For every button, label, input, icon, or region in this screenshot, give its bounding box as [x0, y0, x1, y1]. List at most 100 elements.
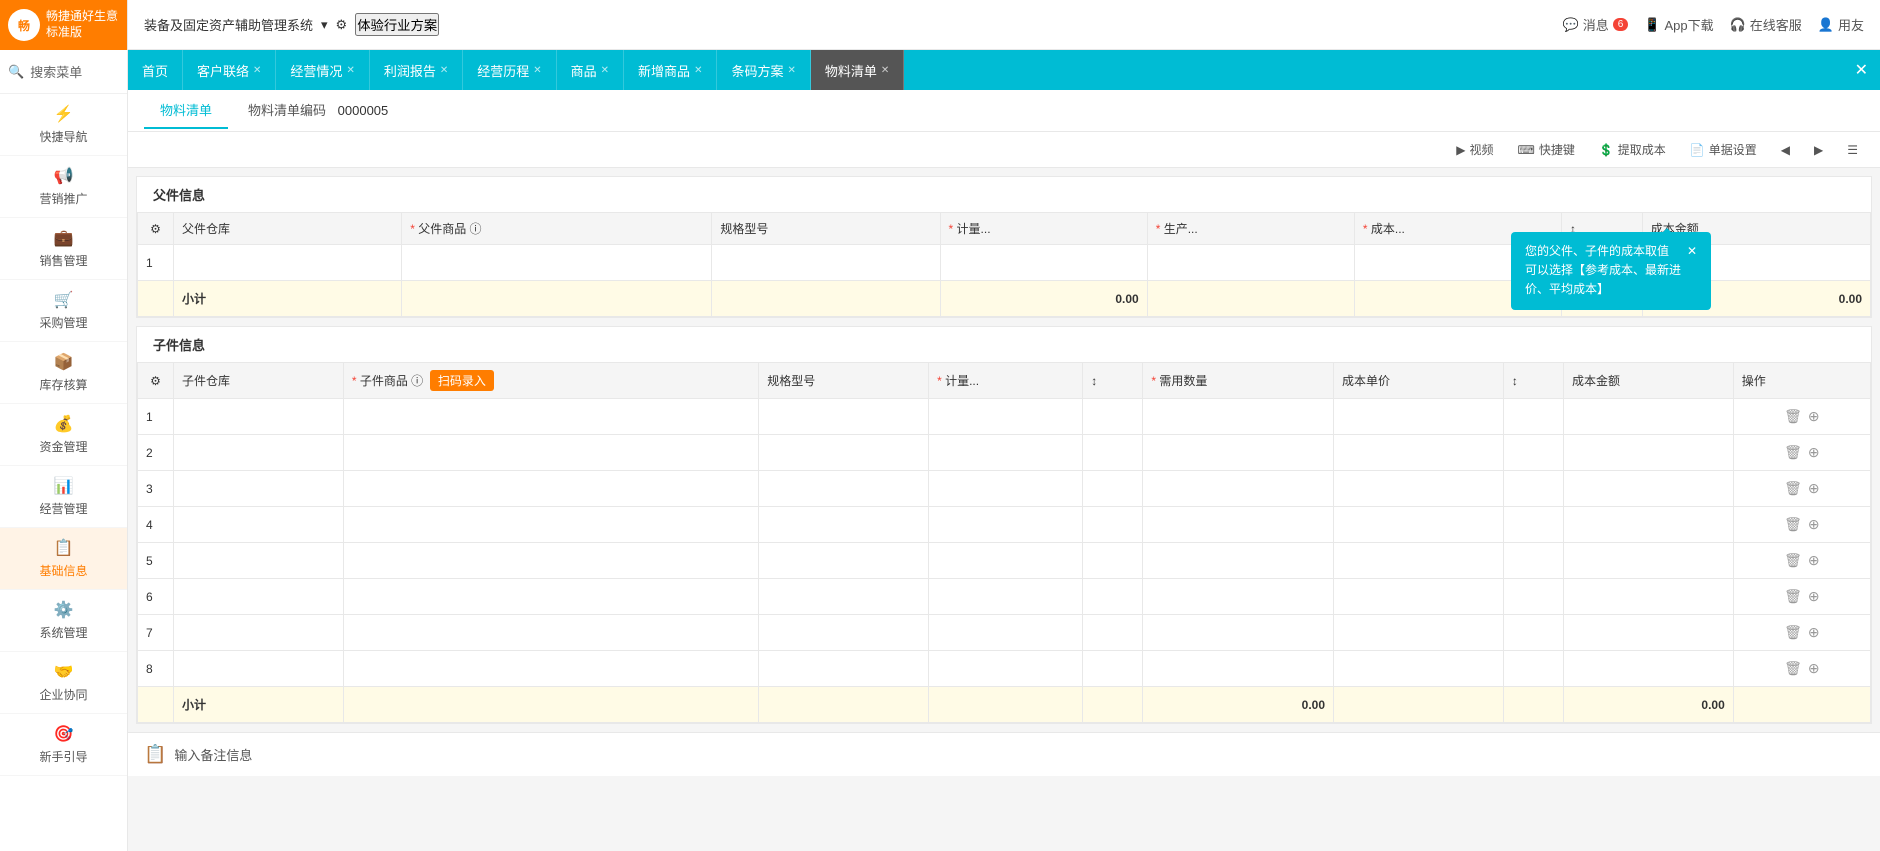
- nav-tab-bom[interactable]: 物料清单 ✕: [811, 50, 904, 90]
- app-download-button[interactable]: 📱 App下载: [1644, 15, 1713, 34]
- child-row-5-unit[interactable]: [929, 543, 1083, 579]
- child-row-8-unit-cost[interactable]: [1334, 651, 1504, 687]
- message-button[interactable]: 💬 消息 6: [1563, 15, 1629, 34]
- nav-close-all[interactable]: ✕: [1843, 60, 1880, 80]
- delete-row-5-button[interactable]: 🗑: [1784, 552, 1802, 569]
- child-row-6-unit[interactable]: [929, 579, 1083, 615]
- delete-row-1-button[interactable]: 🗑: [1784, 408, 1802, 425]
- child-row-3-warehouse[interactable]: [174, 471, 344, 507]
- parent-col-settings[interactable]: ⚙: [138, 213, 174, 245]
- close-tab-goods[interactable]: ✕: [601, 65, 609, 76]
- nav-tab-barcode[interactable]: 条码方案 ✕: [717, 50, 810, 90]
- copy-row-5-button[interactable]: ⊕: [1808, 552, 1820, 569]
- child-row-5-goods[interactable]: [343, 543, 758, 579]
- sidebar-item-inventory[interactable]: 📦 库存核算: [0, 342, 127, 404]
- copy-row-3-button[interactable]: ⊕: [1808, 480, 1820, 497]
- settings-icon[interactable]: ⚙: [336, 17, 348, 33]
- child-row-7-qty[interactable]: [1143, 615, 1334, 651]
- child-row-7-spec[interactable]: [759, 615, 929, 651]
- child-row-4-warehouse[interactable]: [174, 507, 344, 543]
- delete-row-4-button[interactable]: 🗑: [1784, 516, 1802, 533]
- child-row-4-spec[interactable]: [759, 507, 929, 543]
- child-row-1-qty[interactable]: [1143, 399, 1334, 435]
- parent-row-1-goods[interactable]: [402, 245, 712, 281]
- close-tab-customer[interactable]: ✕: [253, 65, 261, 76]
- delete-row-7-button[interactable]: 🗑: [1784, 624, 1802, 641]
- child-row-6-warehouse[interactable]: [174, 579, 344, 615]
- child-row-1-warehouse[interactable]: [174, 399, 344, 435]
- delete-row-6-button[interactable]: 🗑: [1784, 588, 1802, 605]
- trial-button[interactable]: 体验行业方案: [355, 13, 439, 36]
- shortcut-button[interactable]: ⌨ 快捷键: [1511, 138, 1580, 161]
- child-row-1-spec[interactable]: [759, 399, 929, 435]
- video-button[interactable]: ▶ 视频: [1450, 138, 1499, 161]
- close-tab-new-goods[interactable]: ✕: [694, 65, 702, 76]
- child-row-7-unit[interactable]: [929, 615, 1083, 651]
- parent-row-1-produce[interactable]: [1147, 245, 1354, 281]
- child-row-2-unit[interactable]: [929, 435, 1083, 471]
- child-row-6-spec[interactable]: [759, 579, 929, 615]
- user-menu[interactable]: 👤 用友: [1818, 15, 1864, 34]
- parent-row-1-unit[interactable]: [940, 245, 1147, 281]
- child-row-3-goods[interactable]: [343, 471, 758, 507]
- delete-row-3-button[interactable]: 🗑: [1784, 480, 1802, 497]
- sub-tab-bom-code[interactable]: 物料清单编码 0000005: [232, 92, 404, 129]
- child-row-8-warehouse[interactable]: [174, 651, 344, 687]
- child-row-3-qty[interactable]: [1143, 471, 1334, 507]
- child-row-2-warehouse[interactable]: [174, 435, 344, 471]
- child-row-6-qty[interactable]: [1143, 579, 1334, 615]
- sidebar-item-operations[interactable]: 📊 经营管理: [0, 466, 127, 528]
- sidebar-item-system[interactable]: ⚙️ 系统管理: [0, 590, 127, 652]
- close-tab-bom[interactable]: ✕: [881, 65, 889, 76]
- nav-tab-operations[interactable]: 经营情况 ✕: [276, 50, 369, 90]
- copy-row-4-button[interactable]: ⊕: [1808, 516, 1820, 533]
- parent-row-1-spec[interactable]: [712, 245, 940, 281]
- child-row-2-unit-cost[interactable]: [1334, 435, 1504, 471]
- child-row-3-unit[interactable]: [929, 471, 1083, 507]
- child-row-5-warehouse[interactable]: [174, 543, 344, 579]
- child-row-4-unit[interactable]: [929, 507, 1083, 543]
- child-row-7-goods[interactable]: [343, 615, 758, 651]
- nav-prev-button[interactable]: ◀: [1775, 140, 1796, 160]
- online-service-button[interactable]: 🎧 在线客服: [1730, 15, 1802, 34]
- child-row-2-spec[interactable]: [759, 435, 929, 471]
- sidebar-item-guide[interactable]: 🎯 新手引导: [0, 714, 127, 776]
- sidebar-item-purchase[interactable]: 🛒 采购管理: [0, 280, 127, 342]
- sidebar-item-marketing[interactable]: 📢 营销推广: [0, 156, 127, 218]
- close-tab-history[interactable]: ✕: [533, 65, 541, 76]
- child-row-1-unit-cost[interactable]: [1334, 399, 1504, 435]
- sidebar-item-enterprise[interactable]: 🤝 企业协同: [0, 652, 127, 714]
- nav-tab-customer[interactable]: 客户联络 ✕: [183, 50, 276, 90]
- child-row-8-goods[interactable]: [343, 651, 758, 687]
- child-row-4-qty[interactable]: [1143, 507, 1334, 543]
- scan-button[interactable]: 扫码录入: [430, 370, 494, 391]
- nav-tab-history[interactable]: 经营历程 ✕: [463, 50, 556, 90]
- child-row-6-goods[interactable]: [343, 579, 758, 615]
- child-row-8-spec[interactable]: [759, 651, 929, 687]
- child-row-1-goods[interactable]: [343, 399, 758, 435]
- tooltip-close-button[interactable]: ✕: [1687, 242, 1697, 261]
- dropdown-icon[interactable]: ▾: [321, 17, 328, 33]
- parent-row-1-warehouse[interactable]: [174, 245, 402, 281]
- sub-tab-bom-list[interactable]: 物料清单: [144, 92, 228, 129]
- nav-tab-profit[interactable]: 利润报告 ✕: [370, 50, 463, 90]
- child-row-4-unit-cost[interactable]: [1334, 507, 1504, 543]
- sidebar-item-quick-nav[interactable]: ⚡ 快捷导航: [0, 94, 127, 156]
- settings-button[interactable]: 📄 单据设置: [1684, 138, 1763, 161]
- copy-row-2-button[interactable]: ⊕: [1808, 444, 1820, 461]
- sidebar-item-finance[interactable]: 💰 资金管理: [0, 404, 127, 466]
- child-row-4-goods[interactable]: [343, 507, 758, 543]
- close-tab-profit[interactable]: ✕: [440, 65, 448, 76]
- child-row-2-qty[interactable]: [1143, 435, 1334, 471]
- child-row-8-qty[interactable]: [1143, 651, 1334, 687]
- child-row-3-spec[interactable]: [759, 471, 929, 507]
- child-row-5-spec[interactable]: [759, 543, 929, 579]
- nav-tab-goods[interactable]: 商品 ✕: [557, 50, 624, 90]
- copy-row-7-button[interactable]: ⊕: [1808, 624, 1820, 641]
- search-menu-button[interactable]: 🔍 搜索菜单: [8, 58, 119, 85]
- copy-row-8-button[interactable]: ⊕: [1808, 660, 1820, 677]
- cost-button[interactable]: 💲 提取成本: [1593, 138, 1672, 161]
- child-row-5-unit-cost[interactable]: [1334, 543, 1504, 579]
- nav-tab-new-goods[interactable]: 新增商品 ✕: [624, 50, 717, 90]
- sidebar-item-sales[interactable]: 💼 销售管理: [0, 218, 127, 280]
